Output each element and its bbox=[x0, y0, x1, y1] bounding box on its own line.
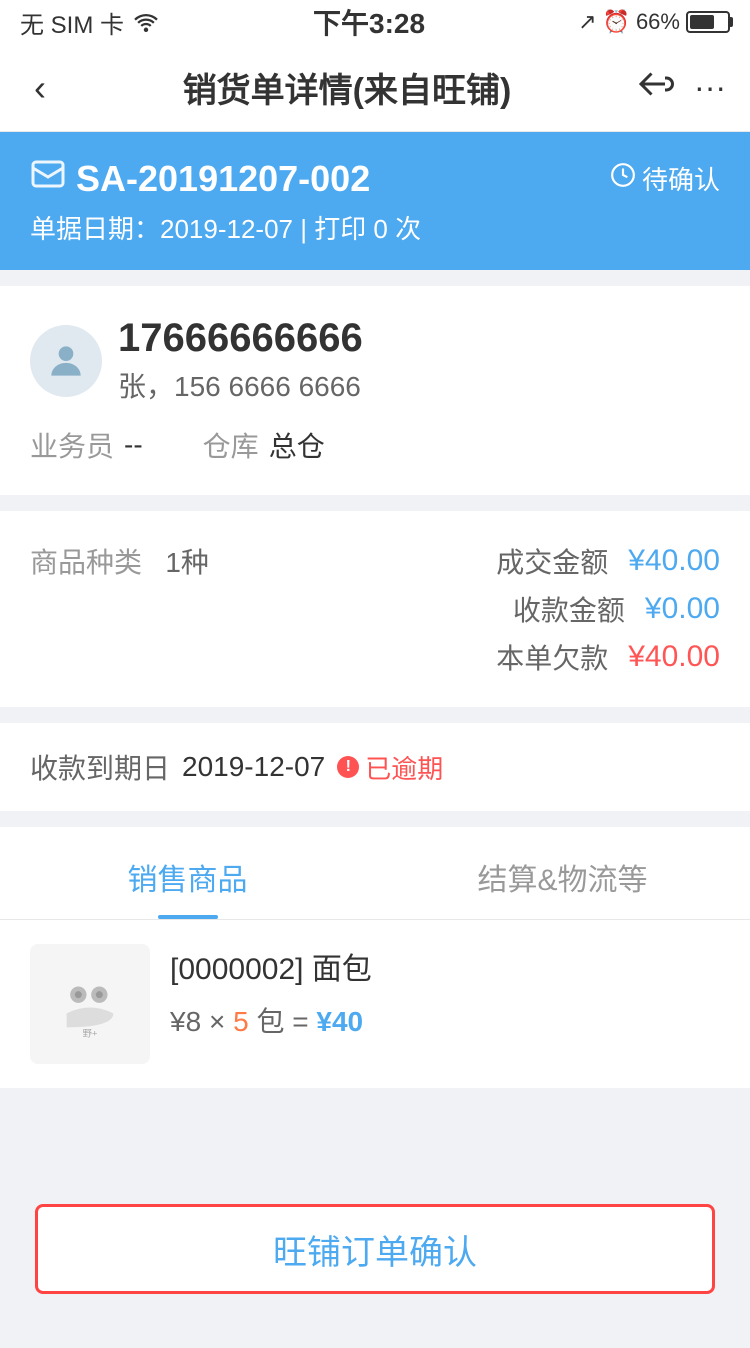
warehouse-item: 仓库 总仓 bbox=[203, 425, 325, 465]
order-header-card: SA-20191207-002 待确认 单据日期：2019-12-07 | 打印… bbox=[0, 132, 750, 270]
tabs-section: 销售商品 结算&物流等 野+ [0000002] 面包 bbox=[0, 827, 750, 1088]
amount-value-1: ¥0.00 bbox=[645, 592, 720, 626]
nav-actions: ··· bbox=[638, 66, 726, 110]
warehouse-value: 总仓 bbox=[269, 425, 325, 465]
salesperson-label: 业务员 bbox=[30, 425, 114, 465]
wifi-icon bbox=[132, 12, 160, 32]
product-info: [0000002] 面包 ¥8 × 5 包 = ¥40 bbox=[170, 944, 720, 1040]
customer-avatar bbox=[30, 325, 102, 397]
amount-row-0: 成交金额 ¥40.00 bbox=[496, 541, 720, 581]
price-base: ¥8 bbox=[170, 1006, 201, 1037]
summary-section: 商品种类 1种 成交金额 ¥40.00 收款金额 ¥0.00 本单欠款 ¥40.… bbox=[0, 511, 750, 707]
warehouse-label: 仓库 bbox=[203, 425, 259, 465]
order-date: 单据日期：2019-12-07 | 打印 0 次 bbox=[30, 209, 720, 246]
more-button[interactable]: ··· bbox=[694, 69, 726, 106]
confirm-order-button[interactable]: 旺铺订单确认 bbox=[35, 1204, 715, 1294]
salesperson-value: -- bbox=[124, 429, 143, 461]
customer-top: 17666666666 张，156 6666 6666 bbox=[30, 316, 720, 405]
product-title: 面包 bbox=[312, 953, 372, 986]
tab-products[interactable]: 销售商品 bbox=[0, 827, 375, 919]
multiply-sign: × bbox=[209, 1006, 233, 1037]
status-clock-icon bbox=[610, 162, 636, 195]
amount-row-1: 收款金额 ¥0.00 bbox=[513, 589, 720, 629]
amount-label-1: 收款金额 bbox=[513, 589, 625, 629]
amount-value-2: ¥40.00 bbox=[628, 640, 720, 674]
overdue-text: 已逾期 bbox=[365, 749, 443, 786]
salesperson-item: 业务员 -- bbox=[30, 425, 143, 465]
equals-sign: = bbox=[292, 1006, 316, 1037]
due-date-value: 2019-12-07 bbox=[182, 751, 325, 783]
battery-percent: 66% bbox=[636, 9, 680, 35]
svg-text:野+: 野+ bbox=[83, 1029, 98, 1039]
product-qty: 5 bbox=[233, 1006, 249, 1037]
status-right: ↗ ⏰ 66% bbox=[578, 9, 730, 35]
overdue-dot-icon: ! bbox=[337, 756, 359, 778]
order-status-badge: 待确认 bbox=[610, 160, 720, 197]
order-status-text: 待确认 bbox=[642, 160, 720, 197]
status-bar: 无 SIM 卡 下午3:28 ↗ ⏰ 66% bbox=[0, 0, 750, 44]
location-icon: ↗ bbox=[578, 9, 596, 35]
summary-right: 成交金额 ¥40.00 收款金额 ¥0.00 本单欠款 ¥40.00 bbox=[496, 541, 720, 677]
customer-section: 17666666666 张，156 6666 6666 业务员 -- 仓库 总仓 bbox=[0, 286, 750, 495]
summary-left: 商品种类 1种 bbox=[30, 541, 209, 581]
product-unit: 包 bbox=[256, 1006, 284, 1037]
customer-phone-info: 17666666666 张，156 6666 6666 bbox=[118, 316, 363, 405]
order-id: SA-20191207-002 bbox=[30, 156, 370, 201]
share-button[interactable] bbox=[638, 66, 674, 110]
due-label: 收款到期日 bbox=[30, 747, 170, 787]
amount-value-0: ¥40.00 bbox=[628, 544, 720, 578]
amount-label-2: 本单欠款 bbox=[496, 637, 608, 677]
status-left: 无 SIM 卡 bbox=[20, 5, 160, 40]
product-name: [0000002] 面包 bbox=[170, 944, 720, 988]
confirm-btn-wrap: 旺铺订单确认 bbox=[35, 1204, 715, 1294]
customer-meta: 业务员 -- 仓库 总仓 bbox=[30, 425, 720, 465]
category-label: 商品种类 bbox=[30, 547, 142, 578]
product-price: ¥8 × 5 包 = ¥40 bbox=[170, 1000, 720, 1040]
category-item: 商品种类 1种 bbox=[30, 541, 209, 581]
carrier-text: 无 SIM 卡 bbox=[20, 5, 124, 40]
product-section: 野+ [0000002] 面包 ¥8 × 5 包 = ¥40 bbox=[0, 920, 750, 1088]
amount-row-2: 本单欠款 ¥40.00 bbox=[496, 637, 720, 677]
alarm-icon: ⏰ bbox=[603, 9, 630, 35]
nav-bar: ‹ 销货单详情(来自旺铺) ··· bbox=[0, 44, 750, 132]
product-item: 野+ [0000002] 面包 ¥8 × 5 包 = ¥40 bbox=[30, 944, 720, 1064]
order-id-icon bbox=[30, 156, 66, 201]
category-value: 1种 bbox=[165, 547, 209, 578]
overdue-badge: ! 已逾期 bbox=[337, 749, 443, 786]
page-title: 销货单详情(来自旺铺) bbox=[183, 63, 512, 112]
customer-name: 张，156 6666 6666 bbox=[118, 365, 363, 405]
status-time: 下午3:28 bbox=[313, 2, 425, 42]
battery-icon bbox=[686, 11, 730, 33]
customer-phone: 17666666666 bbox=[118, 316, 363, 361]
back-button[interactable]: ‹ bbox=[24, 57, 56, 119]
due-date-section: 收款到期日 2019-12-07 ! 已逾期 bbox=[0, 723, 750, 811]
product-thumbnail: 野+ bbox=[30, 944, 150, 1064]
product-code: [0000002] bbox=[170, 953, 303, 986]
tabs-bar: 销售商品 结算&物流等 bbox=[0, 827, 750, 920]
tab-settlement[interactable]: 结算&物流等 bbox=[375, 827, 750, 919]
header-top: SA-20191207-002 待确认 bbox=[30, 156, 720, 201]
product-total: ¥40 bbox=[316, 1006, 363, 1037]
amount-label-0: 成交金额 bbox=[496, 541, 608, 581]
